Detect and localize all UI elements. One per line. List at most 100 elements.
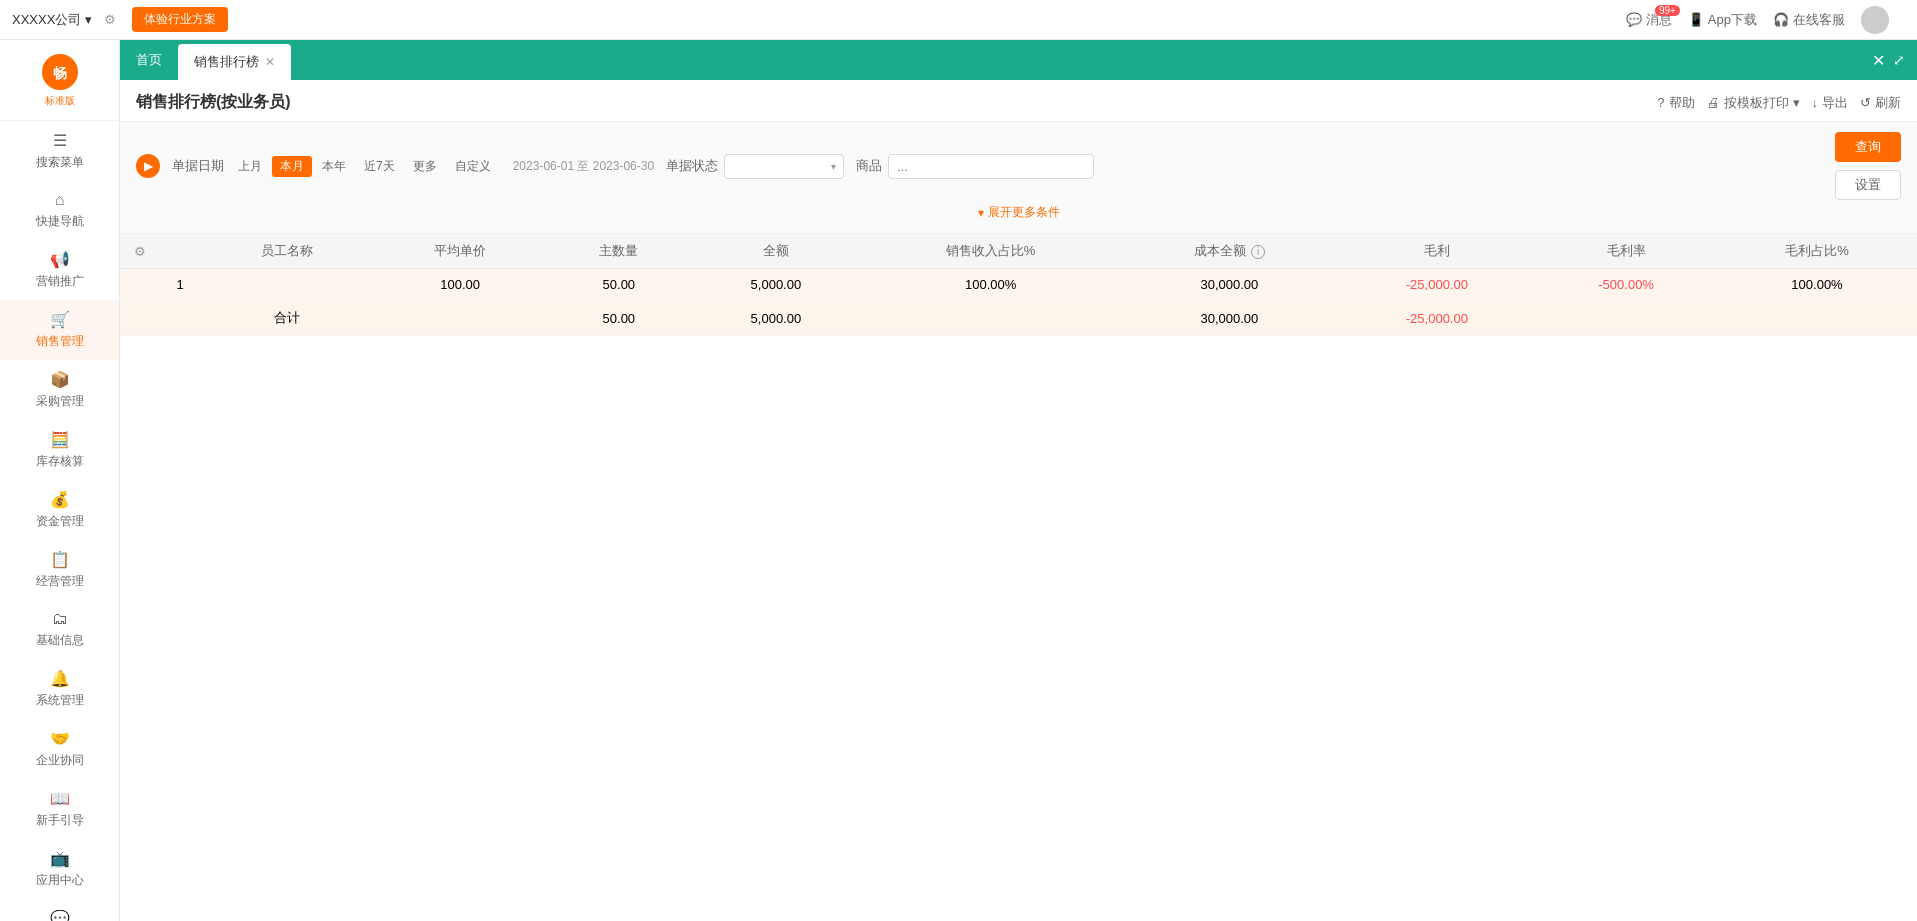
cell-employee: [200, 269, 373, 301]
cell-gross-rate: -500.00%: [1535, 269, 1717, 301]
footer-cost: 30,000.00: [1120, 301, 1338, 336]
export-icon: ↓: [1812, 95, 1819, 110]
expand-label: 展开更多条件: [988, 204, 1060, 221]
goods-input[interactable]: [888, 154, 1094, 179]
date-filter-label: 单据日期: [172, 157, 224, 175]
sidebar-item-purchase[interactable]: 📦 采购管理: [0, 360, 119, 420]
sidebar-item-label: 基础信息: [36, 632, 84, 649]
print-button[interactable]: 🖨 按模板打印 ▾: [1707, 94, 1800, 112]
logo-icon: 畅: [40, 52, 80, 92]
app-icon: 📱: [1688, 12, 1704, 27]
th-sales-ratio: 销售收入占比%: [861, 234, 1120, 269]
export-button[interactable]: ↓ 导出: [1812, 94, 1849, 112]
cell-gross: -25,000.00: [1339, 269, 1536, 301]
filter-row: ▶ 单据日期 上月本月本年近7天更多自定义 2023-06-01 至 2023-…: [136, 132, 1901, 200]
sidebar: 畅 标准版 ☰ 搜索菜单 ⌂ 快捷导航 📢 营销推广 🛒 销售管理 📦 采购管理…: [0, 40, 120, 921]
tab-right-controls: ✕ ⤢: [1872, 51, 1917, 70]
window-expand-icon[interactable]: ⤢: [1893, 52, 1905, 68]
filter-status: 单据状态: [666, 154, 844, 179]
filter-collapse-arrow[interactable]: ▶: [136, 154, 160, 178]
tab-close-icon[interactable]: ✕: [265, 55, 275, 69]
cell-amount: 5,000.00: [691, 269, 861, 301]
status-select[interactable]: [724, 154, 844, 179]
app-label: App下载: [1708, 11, 1757, 29]
sidebar-item-sales[interactable]: 🛒 销售管理: [0, 300, 119, 360]
print-label: 按模板打印: [1724, 94, 1789, 112]
sidebar-item-label: 企业协同: [36, 752, 84, 769]
cell-rank: 1: [160, 269, 200, 301]
sidebar-item-beginner[interactable]: 📖 新手引导: [0, 779, 119, 839]
date-tab-本年[interactable]: 本年: [314, 156, 354, 177]
cell-avg-price: 100.00: [373, 269, 546, 301]
date-tab-更多[interactable]: 更多: [405, 156, 445, 177]
refresh-icon: ↺: [1860, 95, 1871, 110]
tab-sales-ranking[interactable]: 销售排行榜 ✕: [178, 44, 291, 80]
company-selector[interactable]: XXXXX公司 ▾: [12, 11, 92, 29]
operations-icon: 📋: [50, 550, 70, 569]
date-tab-近7天[interactable]: 近7天: [356, 156, 403, 177]
footer-gross-ratio: [1717, 301, 1917, 336]
topbar-right: 💬 消息 99+ 📱 App下载 🎧 在线客服: [1626, 6, 1905, 34]
sidebar-item-search-order[interactable]: ☰ 搜索菜单: [0, 121, 119, 181]
footer-qty: 50.00: [547, 301, 691, 336]
avatar[interactable]: [1861, 6, 1889, 34]
cell-qty: 50.00: [547, 269, 691, 301]
help-button[interactable]: ? 帮助: [1657, 94, 1694, 112]
beginner-icon: 📖: [50, 789, 70, 808]
online-service-button[interactable]: 🎧 在线客服: [1773, 11, 1845, 29]
sidebar-item-enterprise-collab[interactable]: 🤝 企业协同: [0, 719, 119, 779]
refresh-button[interactable]: ↺ 刷新: [1860, 94, 1901, 112]
expand-more-button[interactable]: ▾ 展开更多条件: [978, 204, 1060, 221]
table-footer: 合计 50.00 5,000.00 30,000.00 -25,000.00: [120, 301, 1917, 336]
page-header: 销售排行榜(按业务员) ? 帮助 🖨 按模板打印 ▾ ↓ 导出: [120, 80, 1917, 122]
print-icon: 🖨: [1707, 95, 1720, 110]
sales-icon: 🛒: [50, 310, 70, 329]
inventory-icon: 🧮: [50, 430, 70, 449]
message-button[interactable]: 💬 消息 99+: [1626, 11, 1672, 29]
topbar: XXXXX公司 ▾ ⚙ 体验行业方案 💬 消息 99+ 📱 App下载 🎧 在线…: [0, 0, 1917, 40]
sidebar-item-marketing[interactable]: 📢 营销推广: [0, 240, 119, 300]
window-close-icon[interactable]: ✕: [1872, 51, 1885, 70]
sidebar-item-quick-nav[interactable]: ⌂ 快捷导航: [0, 181, 119, 240]
sidebar-item-basic-info[interactable]: 🗂 基础信息: [0, 600, 119, 659]
date-tab-本月[interactable]: 本月: [272, 156, 312, 177]
sidebar-item-label: 经营管理: [36, 573, 84, 590]
sidebar-item-system[interactable]: 🔔 系统管理: [0, 659, 119, 719]
tab-home[interactable]: 首页: [120, 40, 178, 80]
settings-icon[interactable]: ⚙: [104, 12, 116, 27]
sales-ranking-table: ⚙ 员工名称 平均单价 主数量 全额 销售收入占比% 成本全额 i 毛利: [120, 234, 1917, 336]
filter-area: ▶ 单据日期 上月本月本年近7天更多自定义 2023-06-01 至 2023-…: [120, 122, 1917, 234]
query-button[interactable]: 查询: [1835, 132, 1901, 162]
th-settings[interactable]: ⚙: [120, 234, 160, 269]
svg-text:畅: 畅: [53, 65, 67, 81]
help-label: 帮助: [1669, 94, 1695, 112]
trial-button[interactable]: 体验行业方案: [132, 7, 228, 32]
date-tab-上月[interactable]: 上月: [230, 156, 270, 177]
sidebar-item-enterprise-wechat[interactable]: 💬 企业微信: [0, 899, 119, 921]
sidebar-item-label: 系统管理: [36, 692, 84, 709]
table-wrap: ⚙ 员工名称 平均单价 主数量 全额 销售收入占比% 成本全额 i 毛利: [120, 234, 1917, 921]
app-download-button[interactable]: 📱 App下载: [1688, 11, 1757, 29]
date-tab-自定义[interactable]: 自定义: [447, 156, 499, 177]
th-gross-ratio: 毛利占比%: [1717, 234, 1917, 269]
basic-info-icon: 🗂: [52, 610, 68, 628]
column-settings-button[interactable]: 设置: [1835, 170, 1901, 200]
footer-gross-rate: [1535, 301, 1717, 336]
sidebar-item-inventory[interactable]: 🧮 库存核算: [0, 420, 119, 480]
cost-info-icon[interactable]: i: [1251, 245, 1265, 259]
sidebar-item-app-center[interactable]: 📺 应用中心: [0, 839, 119, 899]
sidebar-item-label: 营销推广: [36, 273, 84, 290]
filter-expand-row: ▾ 展开更多条件: [136, 200, 1901, 223]
table-header: ⚙ 员工名称 平均单价 主数量 全额 销售收入占比% 成本全额 i 毛利: [120, 234, 1917, 269]
sidebar-logo: 畅 标准版: [0, 40, 119, 121]
footer-gross: -25,000.00: [1339, 301, 1536, 336]
service-icon: 🎧: [1773, 12, 1789, 27]
table-footer-row: 合计 50.00 5,000.00 30,000.00 -25,000.00: [120, 301, 1917, 336]
sidebar-item-finance[interactable]: 💰 资金管理: [0, 480, 119, 540]
th-avg-price: 平均单价: [373, 234, 546, 269]
status-select-wrap: [724, 154, 844, 179]
tabs-bar: 首页 销售排行榜 ✕ ✕ ⤢: [120, 40, 1917, 80]
sidebar-item-operations[interactable]: 📋 经营管理: [0, 540, 119, 600]
sidebar-item-label: 新手引导: [36, 812, 84, 829]
company-dropdown-icon: ▾: [85, 12, 92, 27]
